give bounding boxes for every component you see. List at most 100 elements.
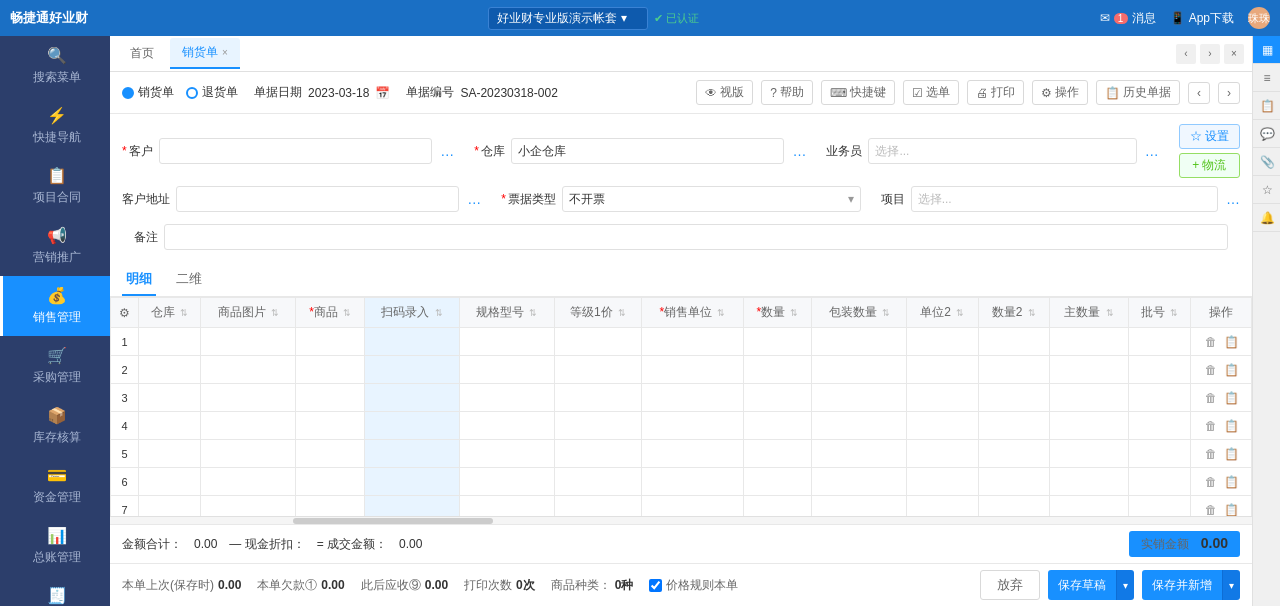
table-cell[interactable] (201, 328, 296, 356)
tab-detail[interactable]: 明细 (122, 264, 156, 296)
delete-row-icon[interactable]: 🗑 (1203, 334, 1219, 350)
sidebar-item-capital[interactable]: 💳 资金管理 (0, 456, 110, 516)
shortcut-button[interactable]: ⌨ 快捷键 (821, 80, 895, 105)
sidebar-item-sales[interactable]: 💰 销售管理 (0, 276, 110, 336)
price-rule-checkbox[interactable]: 价格规则本单 (649, 577, 738, 594)
table-cell[interactable] (1128, 468, 1190, 496)
table-cell[interactable] (459, 356, 554, 384)
table-cell[interactable] (642, 412, 743, 440)
table-cell[interactable] (642, 468, 743, 496)
table-cell[interactable] (554, 440, 642, 468)
rt-btn-5[interactable]: 📎 (1253, 148, 1280, 176)
table-cell[interactable] (201, 440, 296, 468)
user-button[interactable]: 珠珠 (1248, 7, 1270, 29)
table-cell[interactable] (907, 440, 978, 468)
delete-row-icon[interactable]: 🗑 (1203, 502, 1219, 517)
table-cell[interactable] (554, 412, 642, 440)
table-cell[interactable] (743, 440, 812, 468)
table-cell[interactable] (201, 384, 296, 412)
col-settings[interactable]: ⚙ (111, 298, 139, 328)
table-cell[interactable] (365, 328, 460, 356)
message-button[interactable]: ✉ 1 消息 (1100, 10, 1156, 27)
warehouse-input[interactable] (511, 138, 785, 164)
tab-close-icon[interactable]: × (222, 47, 228, 58)
radio-sales[interactable]: 销货单 (122, 84, 174, 101)
table-cell[interactable] (642, 496, 743, 517)
radio-return[interactable]: 退货单 (186, 84, 238, 101)
table-cell[interactable] (907, 384, 978, 412)
table-cell[interactable] (459, 468, 554, 496)
table-cell[interactable] (1128, 356, 1190, 384)
table-cell[interactable] (642, 328, 743, 356)
invoice-type-select[interactable]: 不开票 ▾ (562, 186, 861, 212)
salesperson-input[interactable] (868, 138, 1136, 164)
table-cell[interactable] (201, 468, 296, 496)
next-record-button[interactable]: › (1218, 82, 1240, 104)
table-cell[interactable] (812, 468, 907, 496)
rt-btn-7[interactable]: 🔔 (1253, 204, 1280, 232)
table-cell[interactable] (743, 356, 812, 384)
delete-row-icon[interactable]: 🗑 (1203, 362, 1219, 378)
table-cell[interactable] (365, 440, 460, 468)
table-cell[interactable] (743, 496, 812, 517)
copy-row-icon[interactable]: 📋 (1223, 446, 1239, 462)
table-cell[interactable] (296, 440, 365, 468)
table-cell[interactable] (1050, 412, 1129, 440)
table-cell[interactable] (907, 496, 978, 517)
help-button[interactable]: ? 帮助 (761, 80, 813, 105)
table-cell[interactable] (743, 468, 812, 496)
table-cell[interactable] (642, 440, 743, 468)
table-cell[interactable] (907, 468, 978, 496)
sidebar-item-inventory[interactable]: 📦 库存核算 (0, 396, 110, 456)
print-button[interactable]: 🖨 打印 (967, 80, 1024, 105)
rt-btn-6[interactable]: ☆ (1253, 176, 1280, 204)
table-cell[interactable] (978, 496, 1049, 517)
save-new-dropdown[interactable]: ▾ (1222, 570, 1240, 600)
table-cell[interactable] (812, 412, 907, 440)
delete-row-icon[interactable]: 🗑 (1203, 390, 1219, 406)
table-cell[interactable] (459, 496, 554, 517)
table-cell[interactable] (365, 468, 460, 496)
table-row[interactable]: 2🗑📋 (111, 356, 1252, 384)
table-cell[interactable] (642, 384, 743, 412)
rt-list-view[interactable]: ≡ (1253, 64, 1280, 92)
table-row[interactable]: 6🗑📋 (111, 468, 1252, 496)
table-cell[interactable] (812, 384, 907, 412)
table-cell[interactable] (139, 412, 201, 440)
project-input[interactable] (911, 186, 1218, 212)
table-cell[interactable] (365, 384, 460, 412)
discard-button[interactable]: 放弃 (980, 570, 1040, 600)
sidebar-item-search[interactable]: 🔍 搜索菜单 (0, 36, 110, 96)
warehouse-select-icon[interactable]: … (792, 143, 806, 159)
table-cell[interactable] (978, 440, 1049, 468)
table-cell[interactable] (201, 356, 296, 384)
table-cell[interactable] (139, 496, 201, 517)
table-cell[interactable] (743, 412, 812, 440)
table-cell[interactable] (296, 356, 365, 384)
rt-btn-4[interactable]: 💬 (1253, 120, 1280, 148)
table-row[interactable]: 3🗑📋 (111, 384, 1252, 412)
table-cell[interactable] (978, 328, 1049, 356)
horizontal-scrollbar[interactable] (110, 516, 1252, 524)
sidebar-item-quick-nav[interactable]: ⚡ 快捷导航 (0, 96, 110, 156)
tab-close-button[interactable]: × (1224, 44, 1244, 64)
table-cell[interactable] (296, 496, 365, 517)
table-row[interactable]: 1🗑📋 (111, 328, 1252, 356)
rt-table-view[interactable]: ▦ (1253, 36, 1280, 64)
table-cell[interactable] (554, 328, 642, 356)
table-cell[interactable] (459, 328, 554, 356)
table-cell[interactable] (1050, 496, 1129, 517)
table-cell[interactable] (978, 356, 1049, 384)
table-cell[interactable] (812, 440, 907, 468)
calendar-icon[interactable]: 📅 (375, 86, 390, 100)
sidebar-item-invoice[interactable]: 🧾 发票管理 (0, 576, 110, 606)
salesperson-select-icon[interactable]: … (1145, 143, 1159, 159)
table-cell[interactable] (201, 496, 296, 517)
save-draft-button[interactable]: 保存草稿 (1048, 570, 1116, 600)
copy-row-icon[interactable]: 📋 (1223, 390, 1239, 406)
table-cell[interactable] (554, 468, 642, 496)
table-cell[interactable] (1128, 412, 1190, 440)
table-cell[interactable] (1128, 440, 1190, 468)
table-cell[interactable] (365, 356, 460, 384)
table-cell[interactable] (978, 384, 1049, 412)
